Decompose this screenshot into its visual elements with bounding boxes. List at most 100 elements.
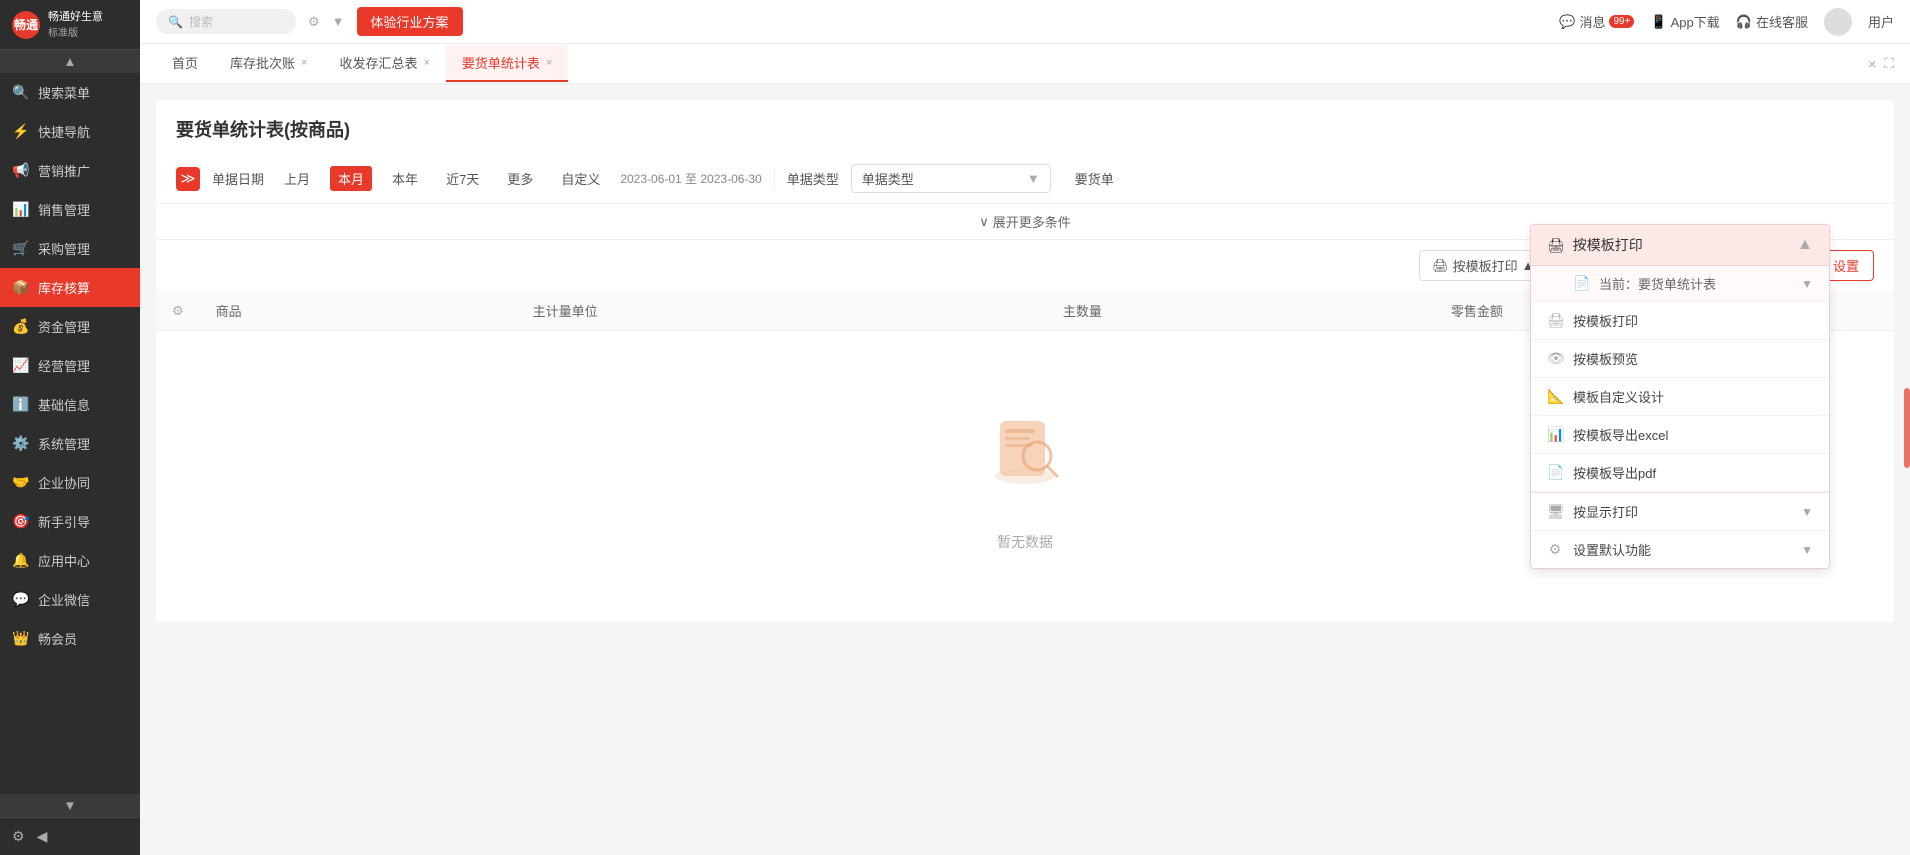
user-avatar[interactable] bbox=[1824, 8, 1852, 36]
date-7days[interactable]: 近7天 bbox=[438, 166, 487, 191]
sidebar-item-enterprise[interactable]: 🤝 企业协同 bbox=[0, 463, 140, 502]
display-print-icon: 🖥 bbox=[1547, 503, 1563, 520]
sidebar-item-purchase[interactable]: 🛒 采购管理 bbox=[0, 229, 140, 268]
user-name: 用户 bbox=[1868, 12, 1894, 31]
dropdown-display-print[interactable]: 🖥 按显示打印 ▼ bbox=[1531, 492, 1829, 531]
gear-icon[interactable]: ⚙ bbox=[308, 14, 320, 30]
empty-label: 暂无数据 bbox=[997, 532, 1053, 552]
sidebar: 畅通 畅通好生意 标准版 ▲ 🔍 搜索菜单 ⚡ 快捷导航 📢 营销推广 📊 销售… bbox=[0, 0, 140, 855]
topbar-right: 💬 消息 99+ 📱 App下载 🎧 在线客服 用户 bbox=[1559, 8, 1894, 36]
display-print-arrow: ▼ bbox=[1801, 505, 1813, 519]
default-func-arrow: ▼ bbox=[1801, 543, 1813, 557]
sidebar-item-newbie[interactable]: 🎯 新手引导 bbox=[0, 502, 140, 541]
sidebar-item-apps[interactable]: 🔔 应用中心 bbox=[0, 541, 140, 580]
newbie-icon: 🎯 bbox=[12, 513, 30, 530]
online-service-btn[interactable]: 🎧 在线客服 bbox=[1736, 12, 1808, 31]
dropdown-current-template[interactable]: 📄 当前：要货单统计表 ▼ bbox=[1531, 266, 1829, 302]
apps-icon: 🔔 bbox=[12, 552, 30, 569]
sidebar-item-member[interactable]: 👑 畅会员 bbox=[0, 619, 140, 658]
tab-close-window[interactable]: × bbox=[1868, 56, 1876, 72]
date-more[interactable]: 更多 bbox=[499, 166, 541, 191]
message-btn[interactable]: 💬 消息 99+ bbox=[1559, 12, 1634, 31]
dropdown-template-preview[interactable]: 👁 按模板预览 bbox=[1531, 340, 1829, 378]
dropdown-template-excel[interactable]: 📊 按模板导出excel bbox=[1531, 416, 1829, 454]
logo-icon: 畅通 bbox=[12, 11, 40, 39]
sidebar-item-label: 快捷导航 bbox=[38, 122, 90, 141]
sidebar-item-finance[interactable]: 💰 资金管理 bbox=[0, 307, 140, 346]
basic-icon: ℹ️ bbox=[12, 396, 30, 413]
sidebar-item-label: 经营管理 bbox=[38, 356, 90, 375]
sidebar-item-operation[interactable]: 📈 经营管理 bbox=[0, 346, 140, 385]
doc-type-select[interactable]: 单据类型 ▼ bbox=[851, 164, 1051, 193]
tab-collection-summary[interactable]: 收发存汇总表 × bbox=[323, 45, 445, 82]
tab-maximize-btn[interactable]: ⛶ bbox=[1884, 55, 1894, 72]
sidebar-item-search[interactable]: 🔍 搜索菜单 bbox=[0, 73, 140, 112]
filter-divider bbox=[774, 169, 775, 189]
sidebar-item-marketing[interactable]: 📢 营销推广 bbox=[0, 151, 140, 190]
tab-label: 首页 bbox=[172, 53, 198, 72]
tab-home[interactable]: 首页 bbox=[156, 45, 214, 82]
date-custom[interactable]: 自定义 bbox=[553, 166, 608, 191]
tab-label: 收发存汇总表 bbox=[339, 53, 417, 72]
expand-more-btn[interactable]: ∨ 展开更多条件 bbox=[979, 212, 1071, 231]
wechat-icon: 💬 bbox=[12, 591, 30, 608]
col-goods: 商品 bbox=[200, 291, 517, 331]
table-settings-icon[interactable]: ⚙ bbox=[172, 303, 184, 318]
sidebar-scroll-up[interactable]: ▲ bbox=[0, 50, 140, 73]
template-pdf-label: 按模板导出pdf bbox=[1573, 463, 1656, 482]
print-template-btn[interactable]: 🖨 按模板打印 ▲ bbox=[1419, 250, 1547, 281]
message-icon: 💬 bbox=[1559, 14, 1575, 30]
date-current-month[interactable]: 本月 bbox=[330, 166, 372, 191]
shortcut-icon: ⚡ bbox=[12, 123, 30, 140]
dropdown-arrow: ▼ bbox=[332, 14, 345, 29]
sidebar-item-wechat[interactable]: 💬 企业微信 bbox=[0, 580, 140, 619]
tab-close-btn[interactable]: × bbox=[546, 57, 552, 69]
app-version: 标准版 bbox=[48, 24, 103, 39]
tabs-bar: 首页 库存批次账 × 收发存汇总表 × 要货单统计表 × × ⛶ bbox=[140, 44, 1910, 84]
default-func-label: 设置默认功能 bbox=[1573, 540, 1651, 559]
template-custom-label: 模板自定义设计 bbox=[1573, 387, 1664, 406]
topbar: 🔍 搜索 ⚙ ▼ 体验行业方案 💬 消息 99+ 📱 App下载 🎧 在线客服 … bbox=[140, 0, 1910, 44]
dropdown-close-btn[interactable]: ▲ bbox=[1797, 236, 1813, 254]
col-quantity: 主数量 bbox=[1047, 291, 1435, 331]
tab-order-stats[interactable]: 要货单统计表 × bbox=[446, 45, 568, 82]
sidebar-item-inventory[interactable]: 📦 库存核算 bbox=[0, 268, 140, 307]
display-print-label: 按显示打印 bbox=[1573, 502, 1638, 521]
date-prev-month[interactable]: 上月 bbox=[276, 166, 318, 191]
app-logo: 畅通 畅通好生意 标准版 bbox=[0, 0, 140, 50]
app-download-btn[interactable]: 📱 App下载 bbox=[1650, 12, 1719, 31]
sound-icon[interactable]: ◀ bbox=[37, 828, 48, 845]
sidebar-nav: 🔍 搜索菜单 ⚡ 快捷导航 📢 营销推广 📊 销售管理 🛒 采购管理 📦 库存核… bbox=[0, 73, 140, 794]
settings-icon[interactable]: ⚙ bbox=[12, 828, 25, 845]
purchase-icon: 🛒 bbox=[12, 240, 30, 257]
filter-expand-btn[interactable]: ≫ bbox=[176, 167, 200, 191]
doc-type-placeholder: 单据类型 bbox=[862, 169, 914, 188]
trial-btn[interactable]: 体验行业方案 bbox=[357, 7, 463, 36]
dropdown-template-print[interactable]: 🖨 按模板打印 bbox=[1531, 302, 1829, 340]
sidebar-item-basic[interactable]: ℹ️ 基础信息 bbox=[0, 385, 140, 424]
date-year[interactable]: 本年 bbox=[384, 166, 426, 191]
template-custom-icon: 📐 bbox=[1547, 388, 1563, 405]
member-icon: 👑 bbox=[12, 630, 30, 647]
phone-icon: 📱 bbox=[1650, 14, 1666, 30]
tab-inventory-batch[interactable]: 库存批次账 × bbox=[214, 45, 323, 82]
tab-close-btn[interactable]: × bbox=[301, 57, 307, 69]
tab-close-btn[interactable]: × bbox=[423, 57, 429, 69]
scrollbar-indicator[interactable] bbox=[1904, 388, 1910, 468]
date-filter-label: 单据日期 bbox=[212, 169, 264, 188]
sidebar-item-system[interactable]: ⚙️ 系统管理 bbox=[0, 424, 140, 463]
app-download-label: App下载 bbox=[1671, 12, 1720, 31]
dropdown-default-func[interactable]: ⚙ 设置默认功能 ▼ bbox=[1531, 531, 1829, 568]
topbar-search[interactable]: 🔍 搜索 bbox=[156, 9, 296, 34]
sidebar-item-label: 应用中心 bbox=[38, 551, 90, 570]
current-template-icon: 📄 bbox=[1573, 275, 1589, 292]
sidebar-item-sales[interactable]: 📊 销售管理 bbox=[0, 190, 140, 229]
dropdown-template-custom[interactable]: 📐 模板自定义设计 bbox=[1531, 378, 1829, 416]
sidebar-item-shortcut[interactable]: ⚡ 快捷导航 bbox=[0, 112, 140, 151]
filter-bar: ≫ 单据日期 上月 本月 本年 近7天 更多 自定义 2023-06-01 至 … bbox=[156, 154, 1894, 204]
sidebar-item-label: 营销推广 bbox=[38, 161, 90, 180]
dropdown-template-pdf[interactable]: 📄 按模板导出pdf bbox=[1531, 454, 1829, 492]
inventory-icon: 📦 bbox=[12, 279, 30, 296]
logo-text: 畅通 bbox=[14, 16, 38, 33]
sidebar-scroll-down[interactable]: ▼ bbox=[0, 794, 140, 817]
